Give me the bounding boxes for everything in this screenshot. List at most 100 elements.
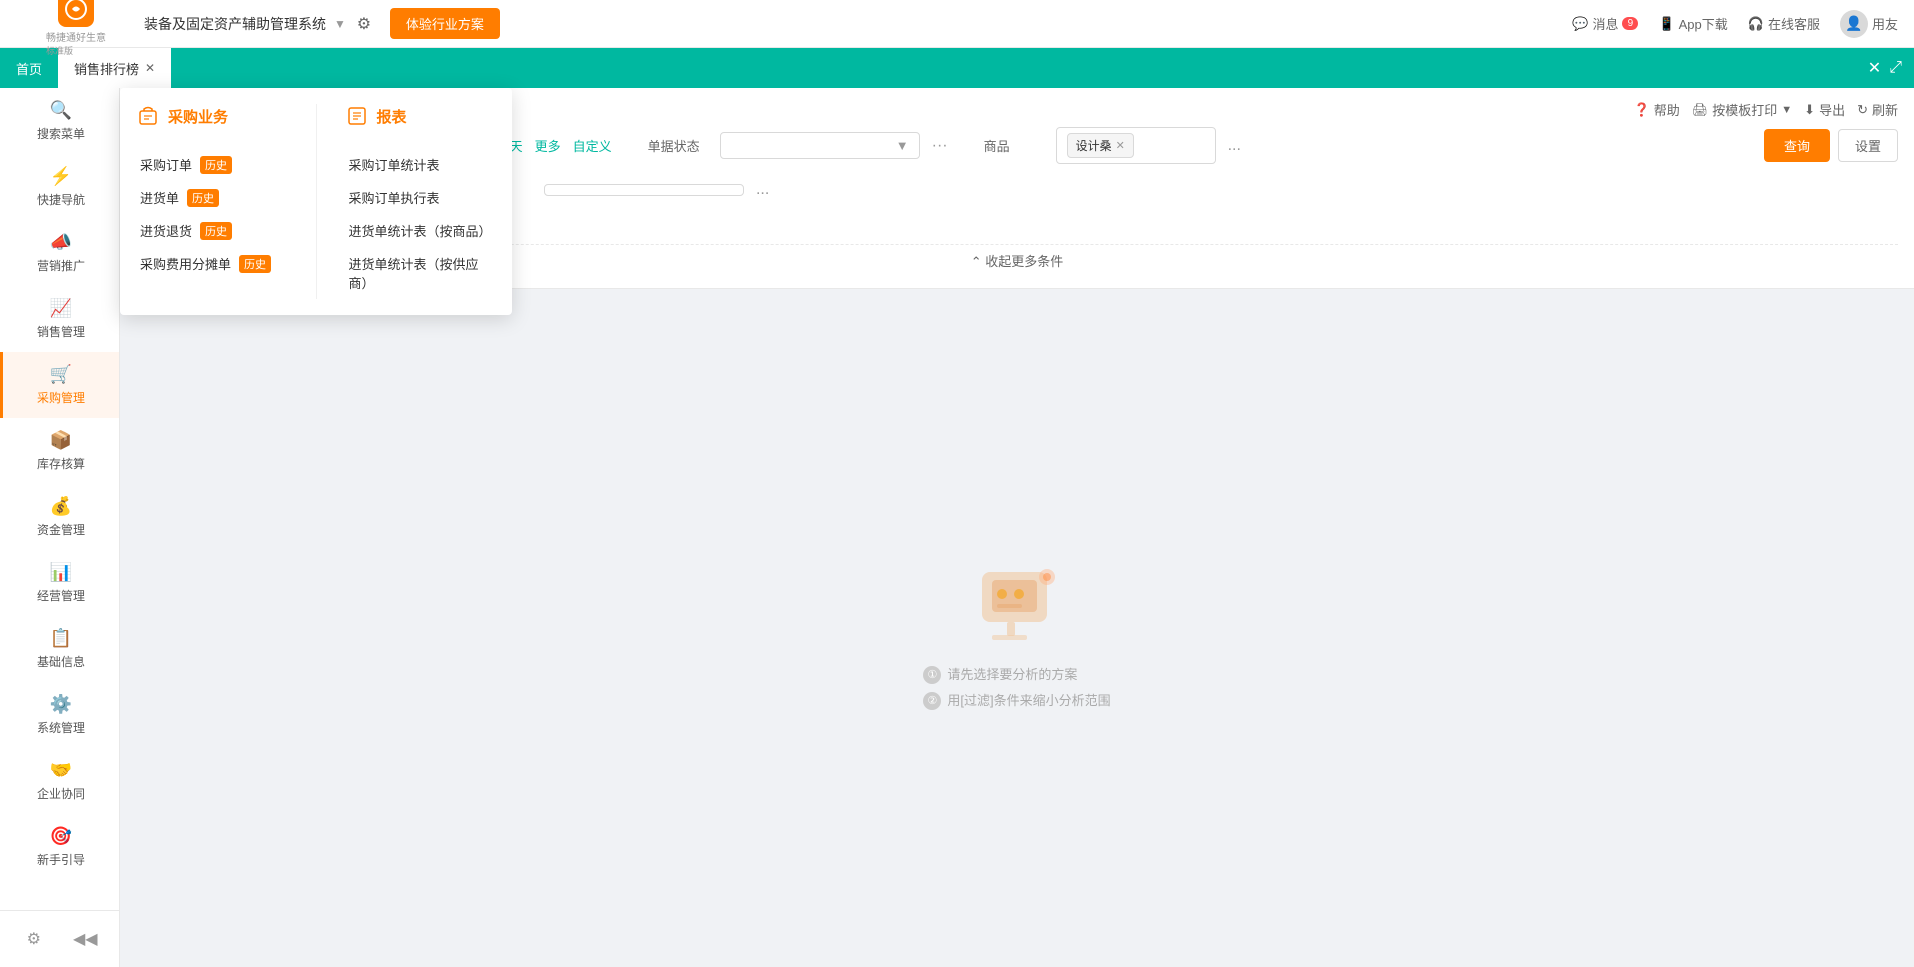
goods-label: 商品 [984, 136, 1044, 155]
goods-tag-close-icon[interactable]: ✕ [1116, 139, 1125, 152]
export-btn[interactable]: ⬇ 导出 [1804, 100, 1845, 119]
dropdown-cols: 采购业务 采购订单 历史 进货单 历史 进货退货 历史 采购费用分摊单 历史 [136, 104, 496, 299]
sidebar-item-basic-info[interactable]: 📋 基础信息 [0, 616, 119, 682]
print-btn[interactable]: 🖨 按模板打印 ▼ [1692, 100, 1792, 119]
query-actions: 查询 设置 [1764, 129, 1898, 162]
user-menu-btn[interactable]: 👤 用友 [1840, 10, 1898, 38]
tab-close-icon[interactable]: ✕ [145, 61, 155, 75]
sidebar-item-quick-nav[interactable]: ⚡ 快捷导航 [0, 154, 119, 220]
salesperson-select[interactable] [544, 184, 744, 196]
message-btn[interactable]: 💬 消息 9 [1572, 14, 1638, 33]
sidebar-item-tutorial[interactable]: 🎯 新手引导 [0, 814, 119, 880]
dropdown-item-purchase-order-stats[interactable]: 采购订单统计表 [345, 148, 497, 181]
operations-icon: 📊 [50, 562, 72, 583]
tutorial-icon: 🎯 [50, 826, 72, 847]
user-avatar: 👤 [1840, 10, 1868, 38]
history-badge-0: 历史 [200, 156, 232, 174]
sidebar: 🔍 搜索菜单 ⚡ 快捷导航 📣 营销推广 📈 销售管理 🛒 采购管理 📦 库存核… [0, 88, 120, 967]
collapse-icon: ⌃ [971, 254, 982, 269]
sidebar-item-enterprise[interactable]: 🤝 企业协同 [0, 748, 119, 814]
empty-text: ① 请先选择要分析的方案 ② 用[过滤]条件来缩小分析范围 [923, 662, 1110, 714]
step-2-number: ② [923, 692, 941, 710]
phone-icon: 📱 [1658, 16, 1674, 32]
reports-col-header: 报表 [345, 104, 497, 136]
tab-maximize-icon[interactable]: ⤢ [1889, 59, 1902, 77]
doc-status-select[interactable]: ▼ [720, 132, 920, 159]
print-icon: 🖨 [1692, 102, 1709, 118]
sidebar-item-search[interactable]: 🔍 搜索菜单 [0, 88, 119, 154]
doc-status-label: 单据状态 [648, 136, 708, 155]
app-download-btn[interactable]: 📱 App下载 [1658, 14, 1727, 33]
inventory-icon: 📦 [50, 430, 72, 451]
dropdown-item-incoming-stats-by-goods[interactable]: 进货单统计表（按商品） [345, 214, 497, 247]
system-title: 装备及固定资产辅助管理系统 ▼ [144, 14, 346, 34]
enterprise-icon: 🤝 [50, 760, 72, 781]
history-badge-3: 历史 [239, 255, 271, 273]
system-icon: ⚙️ [50, 694, 72, 715]
tab-bar: 首页 销售排行榜 ✕ ✕ ⤢ [0, 48, 1914, 88]
purchase-icon: 🛒 [50, 364, 72, 385]
sidebar-item-inventory[interactable]: 📦 库存核算 [0, 418, 119, 484]
dropdown-item-return[interactable]: 进货退货 历史 [136, 214, 288, 247]
dropdown-item-expense-split[interactable]: 采购费用分摊单 历史 [136, 247, 288, 280]
reports-col-icon [345, 104, 369, 128]
date-custom-link[interactable]: 自定义 [573, 136, 612, 155]
print-dropdown-icon[interactable]: ▼ [1781, 104, 1792, 116]
marketing-icon: 📣 [50, 232, 72, 253]
date-more-link[interactable]: 更多 [535, 136, 561, 155]
goods-tag: 设计桑 ✕ [1067, 133, 1134, 158]
query-btn[interactable]: 查询 [1764, 129, 1830, 162]
purchase-col: 采购业务 采购订单 历史 进货单 历史 进货退货 历史 采购费用分摊单 历史 [136, 104, 288, 299]
header-right: 💬 消息 9 📱 App下载 🎧 在线客服 👤 用友 [1572, 10, 1898, 38]
settings-icon-button[interactable]: ⚙ [350, 10, 378, 38]
sidebar-collapse-btn[interactable]: ◀◀ [69, 923, 101, 955]
doc-status-dropdown-icon: ▼ [896, 138, 909, 153]
tab-bar-actions: ✕ ⤢ [1868, 58, 1914, 78]
dropdown-item-purchase-order-exec[interactable]: 采购订单执行表 [345, 181, 497, 214]
sales-icon: 📈 [50, 298, 72, 319]
logo-area: 畅捷通好生意 标准版 [16, 0, 136, 57]
search-icon: 🔍 [50, 100, 72, 121]
sidebar-item-finance[interactable]: 💰 资金管理 [0, 484, 119, 550]
goods-input[interactable]: 设计桑 ✕ [1056, 127, 1216, 164]
purchase-col-header: 采购业务 [136, 104, 288, 136]
step-1-number: ① [923, 666, 941, 684]
step-2: ② 用[过滤]条件来缩小分析范围 [923, 688, 1110, 714]
sidebar-item-operations[interactable]: 📊 经营管理 [0, 550, 119, 616]
industry-btn[interactable]: 体验行业方案 [390, 8, 500, 39]
sidebar-settings-btn[interactable]: ⚙ [18, 923, 50, 955]
dropdown-item-incoming-stats-by-supplier[interactable]: 进货单统计表（按供应商） [345, 247, 497, 299]
empty-icon [967, 542, 1067, 642]
quick-nav-icon: ⚡ [50, 166, 72, 187]
tab-close-all-icon[interactable]: ✕ [1868, 58, 1881, 78]
headset-icon: 🎧 [1748, 16, 1764, 32]
purchase-col-icon [136, 104, 160, 128]
dropdown-item-incoming[interactable]: 进货单 历史 [136, 181, 288, 214]
doc-status-dots[interactable]: ··· [932, 137, 948, 155]
logo-subtitle: 畅捷通好生意 标准版 [46, 29, 106, 57]
online-service-btn[interactable]: 🎧 在线客服 [1748, 14, 1820, 33]
history-badge-2: 历史 [200, 222, 232, 240]
system-dropdown-arrow[interactable]: ▼ [334, 17, 346, 31]
refresh-btn[interactable]: ↻ 刷新 [1857, 100, 1898, 119]
message-icon: 💬 [1572, 16, 1588, 32]
dropdown-item-purchase-order[interactable]: 采购订单 历史 [136, 148, 288, 181]
finance-icon: 💰 [50, 496, 72, 517]
sidebar-item-sales[interactable]: 📈 销售管理 [0, 286, 119, 352]
sidebar-item-marketing[interactable]: 📣 营销推广 [0, 220, 119, 286]
toolbar-right: ❓ 帮助 🖨 按模板打印 ▼ ⬇ 导出 ↻ 刷新 [1634, 100, 1898, 119]
sidebar-item-system[interactable]: ⚙️ 系统管理 [0, 682, 119, 748]
export-icon: ⬇ [1804, 102, 1815, 118]
dropdown-divider [316, 104, 317, 299]
salesperson-dots[interactable]: ... [756, 181, 769, 199]
goods-dots[interactable]: ... [1228, 137, 1241, 155]
refresh-icon: ↻ [1857, 102, 1868, 118]
step-1: ① 请先选择要分析的方案 [923, 662, 1110, 688]
sidebar-item-purchase[interactable]: 🛒 采购管理 [0, 352, 119, 418]
help-btn[interactable]: ❓ 帮助 [1634, 100, 1680, 119]
help-icon: ❓ [1634, 102, 1650, 118]
purchase-dropdown-menu: 采购业务 采购订单 历史 进货单 历史 进货退货 历史 采购费用分摊单 历史 [120, 88, 512, 315]
empty-state: ① 请先选择要分析的方案 ② 用[过滤]条件来缩小分析范围 [120, 289, 1914, 967]
settings-btn[interactable]: 设置 [1838, 129, 1898, 162]
top-header: 畅捷通好生意 标准版 装备及固定资产辅助管理系统 ▼ ⚙ 体验行业方案 💬 消息… [0, 0, 1914, 48]
